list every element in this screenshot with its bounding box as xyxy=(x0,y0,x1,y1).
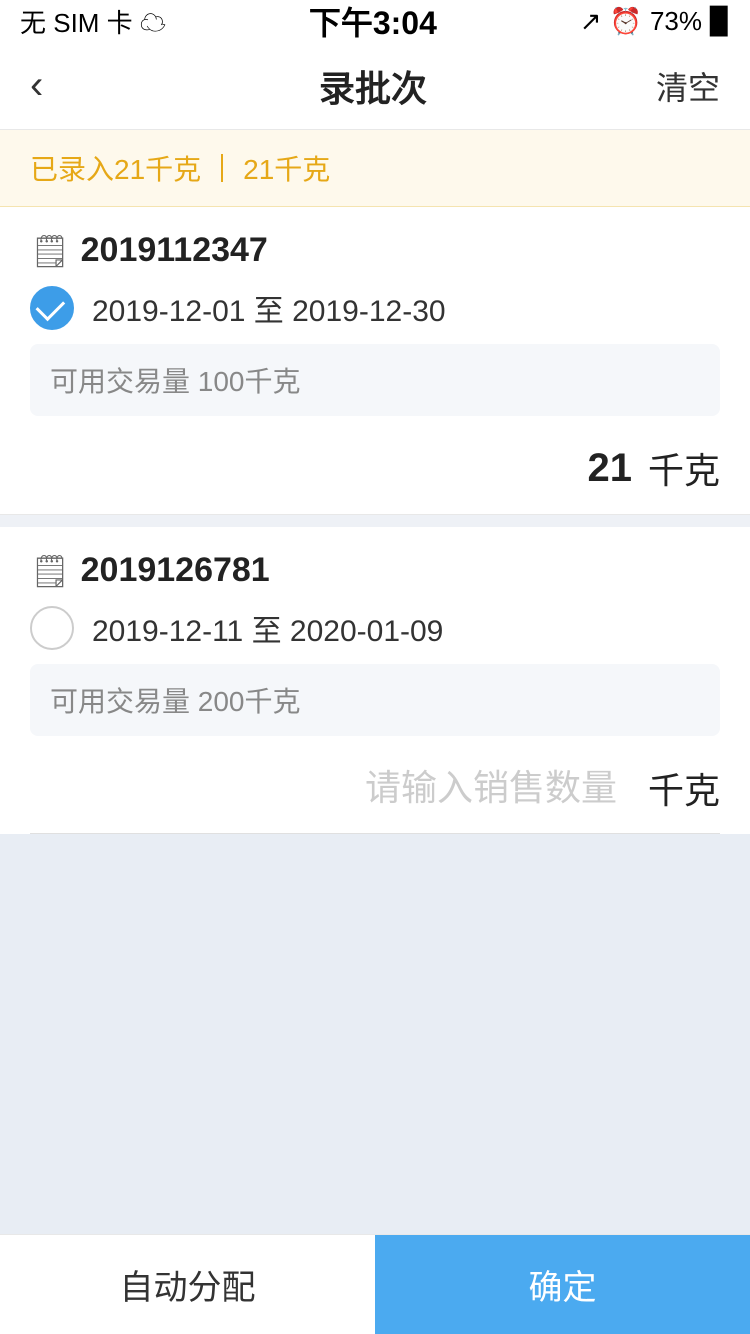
battery-icon: ▉ xyxy=(710,6,730,37)
auto-distribute-button[interactable]: 自动分配 xyxy=(0,1235,375,1334)
section-divider xyxy=(0,515,750,527)
confirm-button[interactable]: 确定 xyxy=(375,1235,750,1334)
batch-1-amount-row: 21 千克 xyxy=(0,426,750,515)
alarm-icon: ⏰ xyxy=(610,6,642,37)
info-banner: 已录入21千克 21千克 xyxy=(0,130,750,207)
batch-card-1: 🗒 2019112347 2019-12-01 至 2019-12-30 可用交… xyxy=(0,207,750,515)
batch-1-header: 🗒 2019112347 xyxy=(0,207,750,280)
batch-2-date-row[interactable]: 2019-12-11 至 2020-01-09 xyxy=(0,600,750,660)
batch-card-2: 🗒 2019126781 2019-12-11 至 2020-01-09 可用交… xyxy=(0,527,750,834)
batch-1-available-box: 可用交易量 100千克 xyxy=(30,344,720,416)
batch-2-quantity-input[interactable] xyxy=(30,767,632,809)
bottom-bar: 自动分配 确定 xyxy=(0,1234,750,1334)
batch-1-id: 2019112347 xyxy=(81,231,268,270)
gray-background xyxy=(0,834,750,1234)
batch-2-radio[interactable] xyxy=(30,606,74,650)
batch-1-date: 2019-12-01 至 2019-12-30 xyxy=(92,286,446,330)
clear-button[interactable]: 清空 xyxy=(656,63,720,109)
batch-2-unit: 千克 xyxy=(648,762,720,814)
batch-2-header: 🗒 2019126781 xyxy=(0,527,750,600)
banner-divider xyxy=(221,154,223,182)
batch-1-date-row[interactable]: 2019-12-01 至 2019-12-30 xyxy=(0,280,750,340)
recorded-amount: 已录入21千克 xyxy=(30,148,201,188)
battery-percentage: 73% xyxy=(650,6,702,37)
batch-1-amount-value: 21 xyxy=(587,446,632,491)
page-title: 录批次 xyxy=(319,60,427,112)
batch-2-available: 可用交易量 200千克 xyxy=(50,686,301,717)
batch-2-id: 2019126781 xyxy=(81,551,270,590)
batch-2-date: 2019-12-11 至 2020-01-09 xyxy=(92,606,443,650)
batch-1-available: 可用交易量 100千克 xyxy=(50,366,301,397)
batch-1-icon: 🗒 xyxy=(30,232,71,270)
status-bar: 无 SIM 卡 ☁ 下午3:04 ↗ ⏰ 73% ▉ xyxy=(0,0,750,42)
status-bar-right: ↗ ⏰ 73% ▉ xyxy=(580,6,730,37)
status-bar-time: 下午3:04 xyxy=(309,0,437,44)
batch-2-icon: 🗒 xyxy=(30,552,71,590)
location-icon: ↗ xyxy=(580,6,602,37)
sim-status: 无 SIM 卡 ☁ xyxy=(20,3,166,40)
total-amount: 21千克 xyxy=(243,148,330,188)
batch-1-radio[interactable] xyxy=(30,286,74,330)
back-button[interactable]: ‹ xyxy=(30,63,90,108)
batch-1-unit: 千克 xyxy=(648,442,720,494)
batch-2-input-row[interactable]: 千克 xyxy=(0,746,750,834)
nav-bar: ‹ 录批次 清空 xyxy=(0,42,750,130)
status-bar-left: 无 SIM 卡 ☁ xyxy=(20,3,166,40)
batch-2-available-box: 可用交易量 200千克 xyxy=(30,664,720,736)
